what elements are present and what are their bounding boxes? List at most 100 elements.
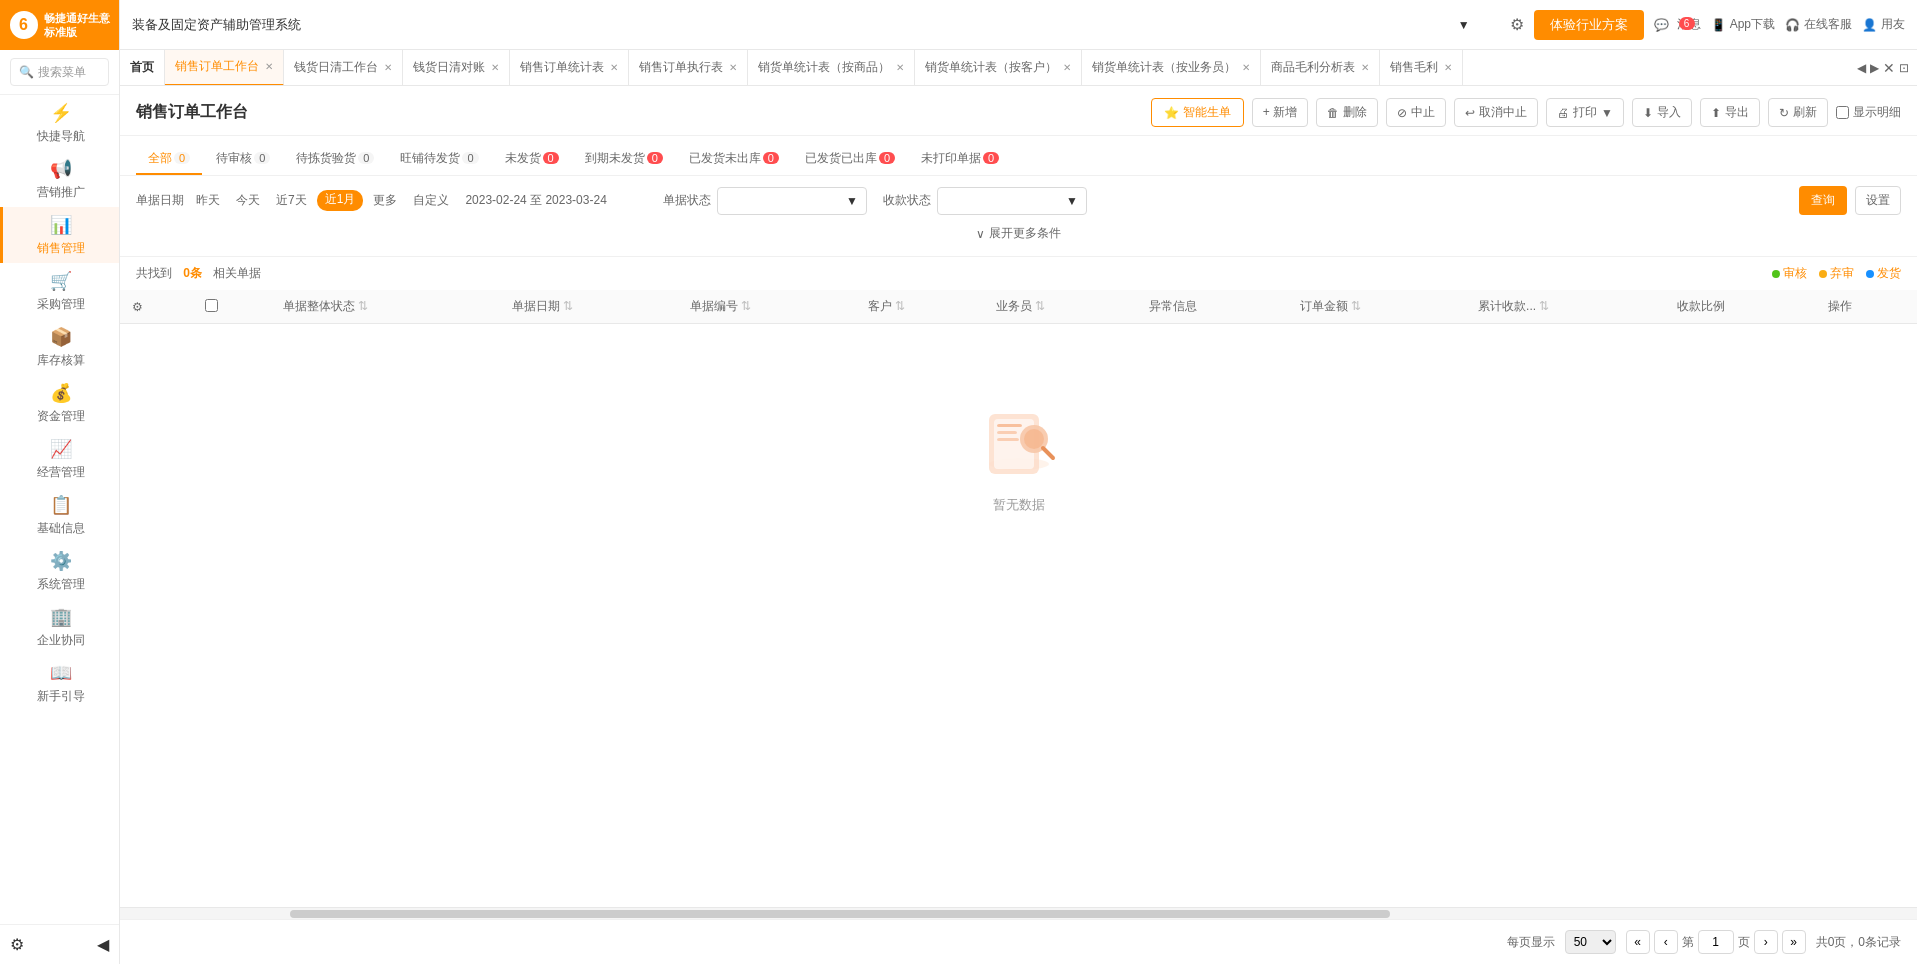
col-header-status[interactable]: 单据整体状态⇅ xyxy=(271,290,500,324)
ship-action[interactable]: 发货 xyxy=(1866,265,1901,282)
online-service-action[interactable]: 🎧 在线客服 xyxy=(1785,16,1852,33)
sidebar-item-basic-info[interactable]: 📋基础信息 xyxy=(0,487,119,543)
sidebar-item-operations[interactable]: 📈经营管理 xyxy=(0,431,119,487)
tabs-prev-icon[interactable]: ◀ xyxy=(1857,61,1866,75)
tab-sales-summary-customer[interactable]: 销货单统计表（按客户）✕ xyxy=(915,50,1082,86)
title-dropdown[interactable]: ▼ xyxy=(1458,18,1470,32)
col-header-customer[interactable]: 客户⇅ xyxy=(856,290,984,324)
tab-close-sales-profit[interactable]: ✕ xyxy=(1444,62,1452,73)
import-btn[interactable]: ⬇ 导入 xyxy=(1632,98,1692,127)
tab-close-cash-daily[interactable]: ✕ xyxy=(384,62,392,73)
svg-line-8 xyxy=(1043,448,1053,458)
sidebar-item-system[interactable]: ⚙️系统管理 xyxy=(0,543,119,599)
subtab-expired-not-shipped[interactable]: 到期未发货0 xyxy=(573,144,675,175)
details-checkbox-input[interactable] xyxy=(1836,106,1849,119)
refresh-btn[interactable]: ↻ 刷新 xyxy=(1768,98,1828,127)
sidebar-item-sales[interactable]: 📊销售管理 xyxy=(0,207,119,263)
h-scroll-thumb[interactable] xyxy=(290,910,1390,918)
status-select[interactable]: ▼ xyxy=(717,187,867,215)
suspend-btn[interactable]: ⊘ 中止 xyxy=(1386,98,1446,127)
settings-btn[interactable]: 设置 xyxy=(1855,186,1901,215)
nav-label-guide: 新手引导 xyxy=(37,688,85,705)
date-quick-btn-3[interactable]: 近1月 xyxy=(317,190,364,211)
col-header-number[interactable]: 单据编号⇅ xyxy=(678,290,856,324)
page-last-btn[interactable]: » xyxy=(1782,930,1806,954)
per-page-select[interactable]: 50 10 20 100 xyxy=(1565,930,1616,954)
subtab-pending-review[interactable]: 待审核0 xyxy=(204,144,282,175)
settings-icon[interactable]: ⚙ xyxy=(10,935,24,954)
print-btn[interactable]: 🖨 打印 ▼ xyxy=(1546,98,1624,127)
sidebar-item-enterprise[interactable]: 🏢企业协同 xyxy=(0,599,119,655)
settings-gear[interactable]: ⚙ xyxy=(1510,15,1524,34)
subtab-not-shipped[interactable]: 未发货0 xyxy=(493,144,571,175)
export-btn[interactable]: ⬆ 导出 xyxy=(1700,98,1760,127)
query-btn[interactable]: 查询 xyxy=(1799,186,1847,215)
tab-cash-reconcile[interactable]: 钱货日清对账✕ xyxy=(403,50,510,86)
page-first-btn[interactable]: « xyxy=(1626,930,1650,954)
subtab-all[interactable]: 全部0 xyxy=(136,144,202,175)
page-number-input[interactable] xyxy=(1698,930,1734,954)
col-header-date[interactable]: 单据日期⇅ xyxy=(500,290,678,324)
cancel-review-action[interactable]: 弃审 xyxy=(1819,265,1854,282)
subtab-wangpu-pending[interactable]: 旺铺待发货0 xyxy=(388,144,490,175)
app-download-action[interactable]: 📱 App下载 xyxy=(1711,16,1775,33)
page-prev-btn[interactable]: ‹ xyxy=(1654,930,1678,954)
date-quick-btn-4[interactable]: 更多 xyxy=(367,190,403,211)
tab-close-sales-stats[interactable]: ✕ xyxy=(610,62,618,73)
search-menu-button[interactable]: 🔍 搜索菜单 xyxy=(10,58,109,86)
sidebar-item-purchase[interactable]: 🛒采购管理 xyxy=(0,263,119,319)
solution-btn[interactable]: 体验行业方案 xyxy=(1534,10,1644,40)
user-action[interactable]: 👤 用友 xyxy=(1862,16,1905,33)
page-next-btn[interactable]: › xyxy=(1754,930,1778,954)
date-quick-btn-5[interactable]: 自定义 xyxy=(407,190,455,211)
subtab-shipped-not-out[interactable]: 已发货未出库0 xyxy=(677,144,791,175)
col-settings-icon[interactable]: ⚙ xyxy=(132,300,143,314)
col-header-salesperson[interactable]: 业务员⇅ xyxy=(984,290,1137,324)
delete-btn[interactable]: 🗑 删除 xyxy=(1316,98,1378,127)
col-header-amount[interactable]: 订单金额⇅ xyxy=(1288,290,1466,324)
expand-conditions-btn[interactable]: ∨ 展开更多条件 xyxy=(968,221,1069,246)
sidebar-item-guide[interactable]: 📖新手引导 xyxy=(0,655,119,711)
select-all-checkbox[interactable] xyxy=(205,299,218,312)
tab-sales-profit[interactable]: 销售毛利✕ xyxy=(1380,50,1463,86)
sidebar-item-quick-nav[interactable]: ⚡快捷导航 xyxy=(0,95,119,151)
tab-sales-summary-staff[interactable]: 销货单统计表（按业务员）✕ xyxy=(1082,50,1261,86)
col-header-collected[interactable]: 累计收款...⇅ xyxy=(1466,290,1665,324)
show-details-checkbox[interactable]: 显示明细 xyxy=(1836,104,1901,121)
tab-close-cash-reconcile[interactable]: ✕ xyxy=(491,62,499,73)
review-action[interactable]: 审核 xyxy=(1772,265,1807,282)
tab-cash-daily[interactable]: 钱货日清工作台✕ xyxy=(284,50,403,86)
sidebar-item-marketing[interactable]: 📢营销推广 xyxy=(0,151,119,207)
tab-close-sales-summary-customer[interactable]: ✕ xyxy=(1063,62,1071,73)
tab-close-sales-workbench[interactable]: ✕ xyxy=(265,61,273,72)
subtab-not-printed[interactable]: 未打印单据0 xyxy=(909,144,1011,175)
tab-sales-summary-product[interactable]: 销货单统计表（按商品）✕ xyxy=(748,50,915,86)
date-quick-btn-2[interactable]: 近7天 xyxy=(270,190,313,211)
sidebar-item-finance[interactable]: 💰资金管理 xyxy=(0,375,119,431)
add-btn[interactable]: + 新增 xyxy=(1252,98,1308,127)
tab-sales-exec[interactable]: 销售订单执行表✕ xyxy=(629,50,748,86)
tab-expand-icon[interactable]: ⊡ xyxy=(1899,61,1909,75)
date-quick-btn-1[interactable]: 今天 xyxy=(230,190,266,211)
cancel-suspend-btn[interactable]: ↩ 取消中止 xyxy=(1454,98,1538,127)
subtab-shipped-out[interactable]: 已发货已出库0 xyxy=(793,144,907,175)
tab-close-sales-summary-staff[interactable]: ✕ xyxy=(1242,62,1250,73)
tab-close-sales-exec[interactable]: ✕ xyxy=(729,62,737,73)
payment-select[interactable]: ▼ xyxy=(937,187,1087,215)
table-scroll[interactable]: ⚙单据整体状态⇅单据日期⇅单据编号⇅客户⇅业务员⇅异常信息订单金额⇅累计收款..… xyxy=(120,290,1917,907)
tabs-next-icon[interactable]: ▶ xyxy=(1870,61,1879,75)
h-scroll-bar[interactable] xyxy=(120,907,1917,919)
collapse-icon[interactable]: ◀ xyxy=(97,935,109,954)
message-action[interactable]: 💬 6 消息 xyxy=(1654,16,1701,33)
smart-create-btn[interactable]: ⭐ 智能生单 xyxy=(1151,98,1244,127)
sidebar-item-inventory[interactable]: 📦库存核算 xyxy=(0,319,119,375)
tab-close-product-margin[interactable]: ✕ xyxy=(1361,62,1369,73)
tab-home[interactable]: 首页 xyxy=(120,50,165,86)
date-quick-btn-0[interactable]: 昨天 xyxy=(190,190,226,211)
tab-sales-stats[interactable]: 销售订单统计表✕ xyxy=(510,50,629,86)
tab-close-all-icon[interactable]: ✕ xyxy=(1883,60,1895,76)
tab-sales-workbench[interactable]: 销售订单工作台✕ xyxy=(165,50,284,86)
tab-close-sales-summary-product[interactable]: ✕ xyxy=(896,62,904,73)
tab-product-margin[interactable]: 商品毛利分析表✕ xyxy=(1261,50,1380,86)
subtab-pending-inspect[interactable]: 待拣货验货0 xyxy=(284,144,386,175)
